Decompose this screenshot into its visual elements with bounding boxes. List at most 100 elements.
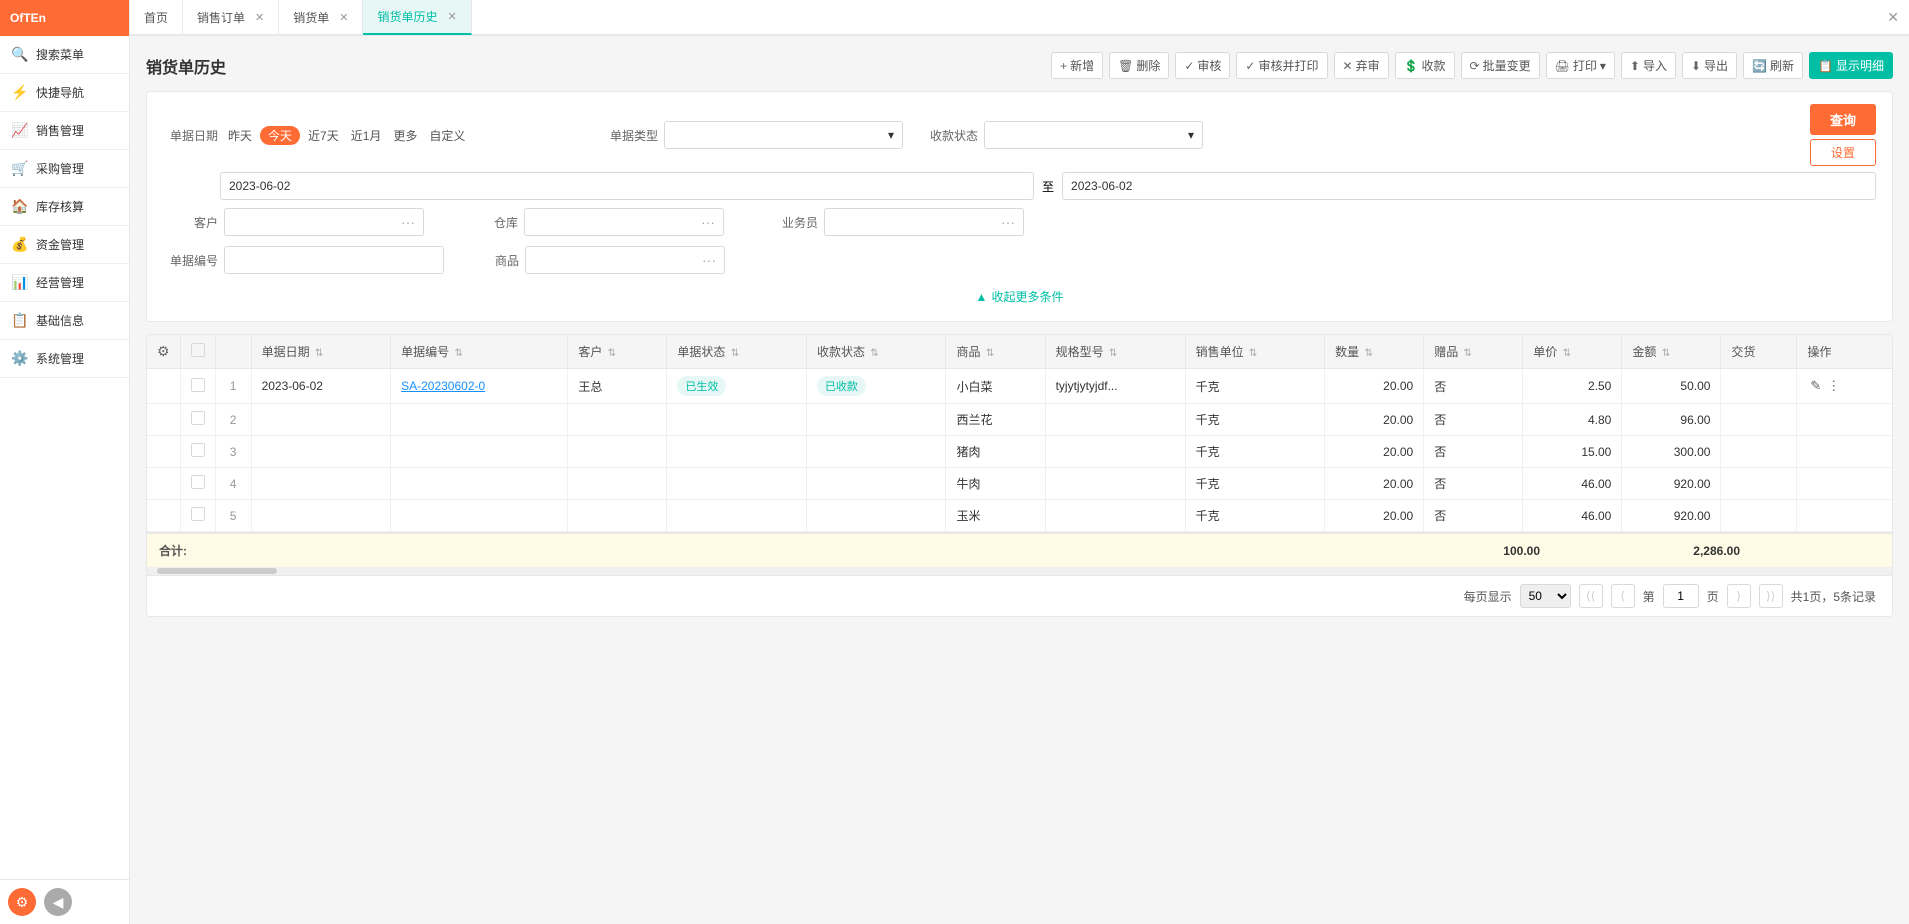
sidebar-item-inventory[interactable]: 🏠 库存核算 (0, 188, 129, 226)
row-docno-link-0[interactable]: SA-20230602-0 (401, 379, 485, 393)
product-picker[interactable]: ··· (525, 246, 725, 274)
header-checkbox[interactable] (191, 343, 205, 357)
doc-no-input[interactable] (224, 246, 444, 274)
abandon-button[interactable]: ✕ 弃审 (1334, 52, 1389, 79)
row-checkbox-input-0[interactable] (191, 378, 205, 392)
row-checkbox-input-2[interactable] (191, 443, 205, 457)
col-docno-header[interactable]: 单据编号 ⇅ (391, 335, 568, 369)
show-detail-button[interactable]: 📋 显示明细 (1809, 52, 1893, 79)
date-from-input[interactable] (220, 172, 1034, 200)
sidebar-item-finance-mgmt[interactable]: 💰 资金管理 (0, 226, 129, 264)
col-amount-header[interactable]: 金额 ⇅ (1622, 335, 1721, 369)
row-checkbox-input-4[interactable] (191, 507, 205, 521)
audit-button[interactable]: ✓ 审核 (1175, 52, 1230, 79)
tab-sales-history-close[interactable]: ✕ (448, 10, 457, 23)
col-docstatus-header[interactable]: 单据状态 ⇅ (667, 335, 807, 369)
sidebar-item-search-menu[interactable]: 🔍 搜索菜单 (0, 36, 129, 74)
settings-gear-icon[interactable]: ⚙ (157, 343, 170, 359)
shortcut-more[interactable]: 更多 (389, 125, 421, 146)
sales-rep-picker[interactable]: ··· (824, 208, 1024, 236)
warehouse-dots[interactable]: ··· (701, 214, 715, 230)
row-docno-3[interactable] (391, 468, 568, 500)
col-settings-header[interactable]: ⚙ (147, 335, 180, 369)
tab-sales-order[interactable]: 销售订单 ✕ (183, 0, 279, 35)
collect-button[interactable]: 💲 收款 (1395, 52, 1455, 79)
page-prev-btn[interactable]: ⟨ (1611, 584, 1635, 608)
sidebar-item-operation-mgmt[interactable]: 📊 经营管理 (0, 264, 129, 302)
col-price-header[interactable]: 单价 ⇅ (1523, 335, 1622, 369)
tab-bar-close-all[interactable]: ✕ (1887, 9, 1909, 26)
collapse-button[interactable]: ▲ 收起更多条件 (976, 284, 1064, 309)
set-button[interactable]: 设置 (1810, 139, 1876, 166)
page-next-btn[interactable]: ⟩ (1727, 584, 1751, 608)
row-checkbox-2[interactable] (180, 436, 215, 468)
sales-mgmt-icon: 📈 (12, 123, 28, 139)
sidebar-item-system-mgmt[interactable]: ⚙️ 系统管理 (0, 340, 129, 378)
date-to-input[interactable] (1062, 172, 1876, 200)
shortcut-custom[interactable]: 自定义 (425, 125, 469, 146)
customer-picker[interactable]: ··· (224, 208, 424, 236)
tab-sales-history[interactable]: 销货单历史 ✕ (363, 0, 471, 35)
batch-change-button[interactable]: ⟳ 批量变更 (1461, 52, 1540, 79)
row-gift-0: 否 (1424, 369, 1523, 404)
sidebar-item-sales-mgmt[interactable]: 📈 销售管理 (0, 112, 129, 150)
col-customer-header[interactable]: 客户 ⇅ (568, 335, 667, 369)
shortcut-yesterday[interactable]: 昨天 (224, 125, 256, 146)
sidebar-collapse-btn[interactable]: ◀ (44, 888, 72, 916)
col-qty-header[interactable]: 数量 ⇅ (1325, 335, 1424, 369)
per-page-select[interactable]: 50 100 200 (1520, 584, 1571, 608)
sidebar-item-basic-info[interactable]: 📋 基础信息 (0, 302, 129, 340)
payment-status-select[interactable]: ▾ (984, 121, 1203, 149)
delete-button[interactable]: 🗑 删除 (1109, 52, 1169, 79)
col-spec-header[interactable]: 规格型号 ⇅ (1045, 335, 1185, 369)
export-button[interactable]: ⬇ 导出 (1682, 52, 1737, 79)
col-product-header[interactable]: 商品 ⇅ (946, 335, 1045, 369)
product-dots[interactable]: ··· (702, 252, 716, 268)
tab-sales-history-label: 销货单历史 (377, 8, 437, 25)
audit-print-button[interactable]: ✓ 审核并打印 (1236, 52, 1327, 79)
col-unit-header[interactable]: 销售单位 ⇅ (1185, 335, 1325, 369)
customer-dots[interactable]: ··· (401, 214, 415, 230)
row-date-0: 2023-06-02 (251, 369, 391, 404)
row-docno-2[interactable] (391, 436, 568, 468)
query-button[interactable]: 查询 (1810, 104, 1876, 135)
row-docno-4[interactable] (391, 500, 568, 532)
page-first-btn[interactable]: ⟨⟨ (1579, 584, 1603, 608)
row-checkbox-input-3[interactable] (191, 475, 205, 489)
warehouse-picker[interactable]: ··· (524, 208, 724, 236)
tab-home[interactable]: 首页 (130, 0, 183, 35)
shortcut-today[interactable]: 今天 (260, 126, 300, 145)
table-scrollbar[interactable] (147, 567, 1892, 575)
row-edit-icon-0[interactable]: ✎ (1807, 378, 1824, 393)
row-checkbox-3[interactable] (180, 468, 215, 500)
row-more-icon-0[interactable]: ⋮ (1824, 378, 1843, 393)
row-docno-0[interactable]: SA-20230602-0 (391, 369, 568, 404)
refresh-button[interactable]: 🔄 刷新 (1743, 52, 1803, 79)
col-date-header[interactable]: 单据日期 ⇅ (251, 335, 391, 369)
tab-sales-order-close[interactable]: ✕ (255, 11, 264, 24)
col-payment-header[interactable]: 收款状态 ⇅ (806, 335, 946, 369)
scrollbar-thumb[interactable] (157, 568, 277, 574)
doc-type-select[interactable]: ▾ (664, 121, 903, 149)
row-unit-2: 千克 (1185, 436, 1325, 468)
tab-sales-delivery-close[interactable]: ✕ (339, 11, 348, 24)
sidebar-item-purchase-mgmt[interactable]: 🛒 采购管理 (0, 150, 129, 188)
page-number-input[interactable] (1663, 584, 1699, 608)
col-gift-header[interactable]: 赠品 ⇅ (1424, 335, 1523, 369)
sidebar-settings-btn[interactable]: ⚙ (8, 888, 36, 916)
col-checkbox-header[interactable] (180, 335, 215, 369)
shortcut-1month[interactable]: 近1月 (347, 125, 386, 146)
import-button[interactable]: ⬆ 导入 (1621, 52, 1676, 79)
row-checkbox-input-1[interactable] (191, 411, 205, 425)
row-checkbox-1[interactable] (180, 404, 215, 436)
row-checkbox-4[interactable] (180, 500, 215, 532)
print-button[interactable]: 🖨 打印 ▾ (1546, 52, 1615, 79)
page-last-btn[interactable]: ⟩⟩ (1759, 584, 1783, 608)
row-docno-1[interactable] (391, 404, 568, 436)
new-button[interactable]: + 新增 (1051, 52, 1103, 79)
tab-sales-delivery[interactable]: 销货单 ✕ (279, 0, 363, 35)
sidebar-item-quick-nav[interactable]: ⚡ 快捷导航 (0, 74, 129, 112)
shortcut-7days[interactable]: 近7天 (304, 125, 343, 146)
row-checkbox-0[interactable] (180, 369, 215, 404)
sales-rep-dots[interactable]: ··· (1001, 214, 1015, 230)
